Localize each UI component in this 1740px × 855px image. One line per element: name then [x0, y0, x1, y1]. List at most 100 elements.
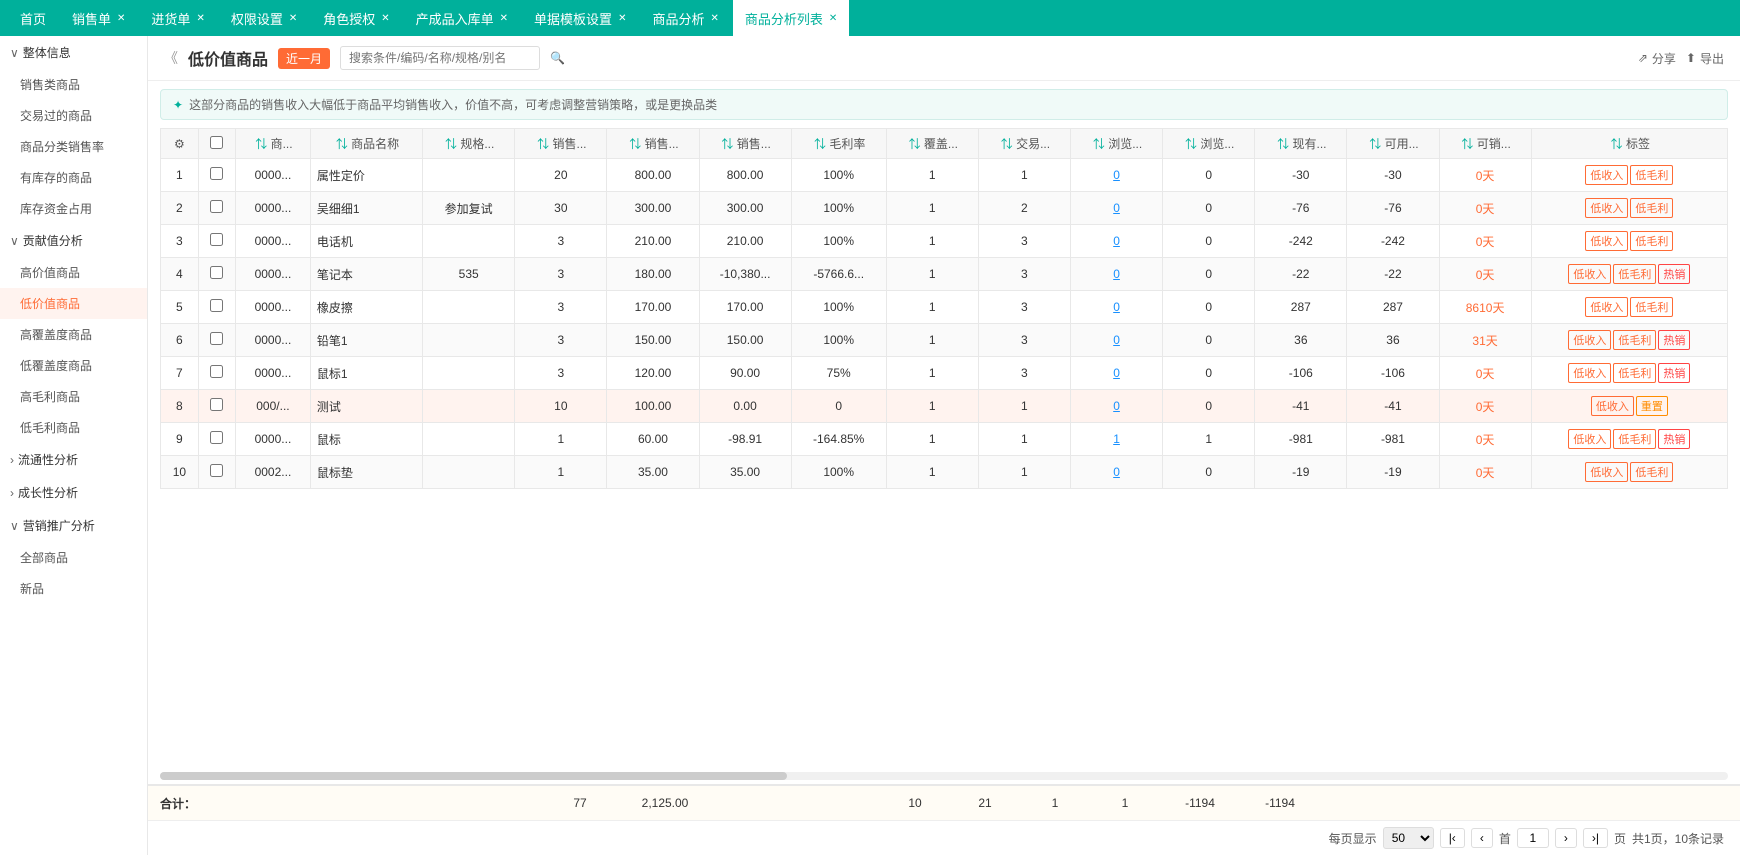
row-no: 2	[161, 192, 199, 225]
share-button[interactable]: ⇗ 分享	[1638, 50, 1676, 67]
nav-product-analysis[interactable]: 商品分析 ✕	[640, 0, 730, 36]
row-select-checkbox[interactable]	[210, 200, 223, 213]
next-page-button[interactable]: ›	[1555, 828, 1577, 848]
sidebar-item-high-value[interactable]: 高价值商品	[0, 257, 147, 288]
row-select-checkbox[interactable]	[210, 233, 223, 246]
scrollbar-thumb[interactable]	[160, 772, 787, 780]
col-code[interactable]: ⇅ 商...	[235, 129, 310, 159]
nav-template-settings[interactable]: 单据模板设置 ✕	[522, 0, 638, 36]
col-settings[interactable]: ⚙	[161, 129, 199, 159]
nav-purchase-order[interactable]: 进货单 ✕	[139, 0, 216, 36]
row-select-checkbox[interactable]	[210, 299, 223, 312]
view1-link[interactable]: 1	[1113, 432, 1120, 446]
nav-close-sales[interactable]: ✕	[117, 13, 125, 24]
nav-role-auth[interactable]: 角色授权 ✕	[311, 0, 401, 36]
current-page-input[interactable]	[1517, 828, 1549, 848]
export-button[interactable]: ⬆ 导出	[1686, 50, 1724, 67]
sidebar-group-growth[interactable]: › 成长性分析	[0, 476, 147, 509]
sidebar-item-category-sales-rate[interactable]: 商品分类销售率	[0, 131, 147, 162]
sidebar-item-stock-products[interactable]: 有库存的商品	[0, 162, 147, 193]
col-sales-avg[interactable]: ⇅ 销售...	[699, 129, 791, 159]
col-view1[interactable]: ⇅ 浏览...	[1070, 129, 1162, 159]
row-select-checkbox[interactable]	[210, 167, 223, 180]
row-select-checkbox[interactable]	[210, 431, 223, 444]
prev-page-button[interactable]: ‹	[1471, 828, 1493, 848]
select-all-checkbox[interactable]	[210, 136, 223, 149]
row-select-checkbox[interactable]	[210, 332, 223, 345]
row-checkbox[interactable]	[198, 258, 235, 291]
row-checkbox[interactable]	[198, 357, 235, 390]
search-icon[interactable]: 🔍	[550, 51, 565, 65]
col-trade[interactable]: ⇅ 交易...	[978, 129, 1070, 159]
nav-product-analysis-list[interactable]: 商品分析列表 ✕	[733, 0, 849, 36]
view1-link[interactable]: 0	[1113, 201, 1120, 215]
row-checkbox[interactable]	[198, 291, 235, 324]
col-view2[interactable]: ⇅ 浏览...	[1163, 129, 1255, 159]
col-coverage[interactable]: ⇅ 覆盖...	[886, 129, 978, 159]
sidebar-group-liquidity[interactable]: › 流通性分析	[0, 443, 147, 476]
sidebar-item-sales-products[interactable]: 销售类商品	[0, 69, 147, 100]
nav-sales-order[interactable]: 销售单 ✕	[60, 0, 137, 36]
sidebar-item-low-margin[interactable]: 低毛利商品	[0, 412, 147, 443]
col-spec[interactable]: ⇅ 规格...	[423, 129, 515, 159]
row-gross-margin: 75%	[791, 357, 886, 390]
col-checkbox[interactable]	[198, 129, 235, 159]
row-checkbox[interactable]	[198, 324, 235, 357]
nav-close-product[interactable]: ✕	[500, 13, 508, 24]
row-checkbox[interactable]	[198, 225, 235, 258]
last-page-button[interactable]: ›|	[1583, 828, 1608, 848]
view1-link[interactable]: 0	[1113, 399, 1120, 413]
first-page-button[interactable]: |‹	[1440, 828, 1465, 848]
sidebar-item-low-coverage[interactable]: 低覆盖度商品	[0, 350, 147, 381]
view1-link[interactable]: 0	[1113, 300, 1120, 314]
col-stock-now[interactable]: ⇅ 现有...	[1255, 129, 1347, 159]
sidebar-item-all-products[interactable]: 全部商品	[0, 542, 147, 573]
search-input[interactable]	[340, 46, 540, 70]
view1-link[interactable]: 0	[1113, 267, 1120, 281]
col-sales-amt[interactable]: ⇅ 销售...	[607, 129, 699, 159]
nav-close-purchase[interactable]: ✕	[196, 13, 204, 24]
nav-close-analysis[interactable]: ✕	[710, 13, 718, 24]
horizontal-scrollbar[interactable]	[160, 772, 1728, 780]
view1-link[interactable]: 0	[1113, 333, 1120, 347]
nav-close-permission[interactable]: ✕	[289, 13, 297, 24]
nav-home[interactable]: 首页	[8, 0, 58, 36]
col-saleable[interactable]: ⇅ 可销...	[1439, 129, 1531, 159]
sidebar-item-traded-products[interactable]: 交易过的商品	[0, 100, 147, 131]
row-name: 测试	[310, 390, 422, 423]
sidebar-item-low-value[interactable]: 低价值商品	[0, 288, 147, 319]
view1-link[interactable]: 0	[1113, 168, 1120, 182]
nav-product-entry[interactable]: 产成品入库单 ✕	[404, 0, 520, 36]
page-size-select[interactable]: 50 100 200	[1383, 827, 1434, 849]
row-checkbox[interactable]	[198, 423, 235, 456]
col-available[interactable]: ⇅ 可用...	[1347, 129, 1439, 159]
sidebar-item-new-products[interactable]: 新品	[0, 573, 147, 604]
nav-permission[interactable]: 权限设置 ✕	[219, 0, 309, 36]
col-gross-margin[interactable]: ⇅ 毛利率	[791, 129, 886, 159]
period-tag-button[interactable]: 近一月	[278, 48, 330, 69]
nav-close-role[interactable]: ✕	[381, 13, 389, 24]
view1-link[interactable]: 0	[1113, 465, 1120, 479]
view1-link[interactable]: 0	[1113, 234, 1120, 248]
nav-close-analysis-list[interactable]: ✕	[829, 13, 837, 24]
row-checkbox[interactable]	[198, 456, 235, 489]
row-select-checkbox[interactable]	[210, 464, 223, 477]
sidebar-item-stock-funds[interactable]: 库存资金占用	[0, 193, 147, 224]
col-tags[interactable]: ⇅ 标签	[1531, 129, 1727, 159]
sidebar-item-high-margin[interactable]: 高毛利商品	[0, 381, 147, 412]
view1-link[interactable]: 0	[1113, 366, 1120, 380]
row-select-checkbox[interactable]	[210, 398, 223, 411]
collapse-sidebar-button[interactable]: 《	[164, 48, 178, 68]
row-checkbox[interactable]	[198, 159, 235, 192]
sidebar-group-contribution[interactable]: ∨ 贡献值分析	[0, 224, 147, 257]
sidebar-item-high-coverage[interactable]: 高覆盖度商品	[0, 319, 147, 350]
row-checkbox[interactable]	[198, 390, 235, 423]
row-select-checkbox[interactable]	[210, 266, 223, 279]
row-checkbox[interactable]	[198, 192, 235, 225]
col-sales-qty[interactable]: ⇅ 销售...	[515, 129, 607, 159]
sidebar-group-overview[interactable]: ∨ 整体信息	[0, 36, 147, 69]
sidebar-group-marketing[interactable]: ∨ 营销推广分析	[0, 509, 147, 542]
col-name[interactable]: ⇅ 商品名称	[310, 129, 422, 159]
row-select-checkbox[interactable]	[210, 365, 223, 378]
nav-close-template[interactable]: ✕	[618, 13, 626, 24]
